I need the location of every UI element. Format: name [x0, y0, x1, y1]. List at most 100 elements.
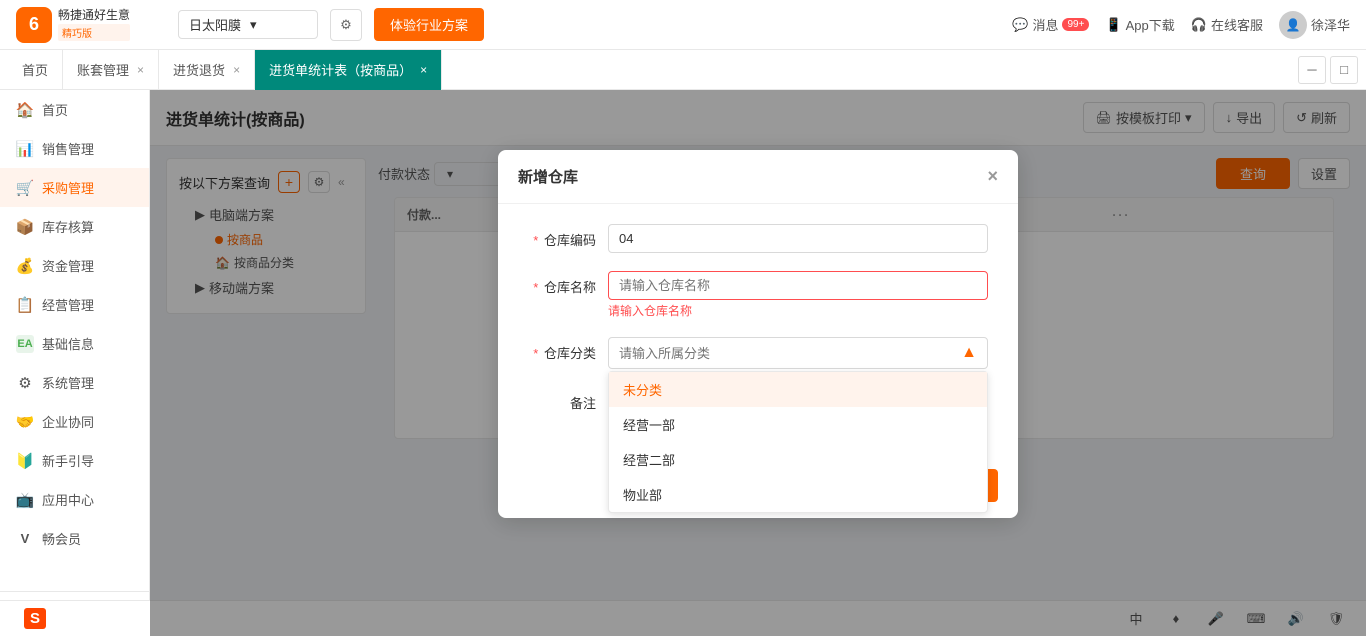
sidebar-item-finance[interactable]: 💰 资金管理 [0, 246, 149, 285]
sidebar-item-basic-info[interactable]: EA 基础信息 [0, 324, 149, 363]
headset-icon: 🎧 [1191, 17, 1207, 33]
tab-account[interactable]: 账套管理 × [63, 50, 159, 90]
sidebar-apps-label: 应用中心 [42, 490, 94, 509]
tab-purchase-stats-label: 进货单统计表（按商品） [269, 60, 412, 79]
messages-label: 消息 [1032, 15, 1058, 34]
avatar-icon: 👤 [1286, 18, 1301, 32]
message-icon: 💬 [1012, 17, 1028, 33]
tab-minimize-button[interactable]: ─ [1298, 56, 1326, 84]
purchase-icon: 🛒 [16, 179, 34, 197]
user-profile-button[interactable]: 👤 徐泽华 [1279, 11, 1350, 39]
footer-logo: S [16, 608, 46, 629]
tab-purchase-stats-close[interactable]: × [420, 63, 427, 77]
apps-icon: 📺 [16, 491, 34, 509]
tab-home-label: 首页 [22, 60, 48, 79]
form-row-category: * 仓库分类 ▲ 未分类 经营一部 经营二部 [528, 337, 988, 369]
category-toggle-icon[interactable]: ▲ [961, 344, 977, 362]
trial-button[interactable]: 体验行业方案 [374, 8, 484, 41]
sidebar-item-home[interactable]: 🏠 首页 [0, 90, 149, 129]
sidebar-item-enterprise[interactable]: 🤝 企业协同 [0, 402, 149, 441]
dialog-header: 新增仓库 × [498, 150, 1018, 204]
sidebar-guide-label: 新手引导 [42, 451, 94, 470]
messages-button[interactable]: 💬 消息 99+ [1012, 15, 1089, 34]
sidebar-item-guide[interactable]: 🔰 新手引导 [0, 441, 149, 480]
tab-purchase-return[interactable]: 进货退货 × [159, 50, 255, 90]
dialog-body: * 仓库编码 * 仓库名称 请输入仓库名称 [498, 204, 1018, 459]
app-download-label: App下载 [1126, 15, 1175, 34]
system-icon: ⚙ [16, 374, 34, 392]
logo-sub1: 畅捷通好生意 [58, 8, 130, 24]
sidebar-item-sales[interactable]: 📊 销售管理 [0, 129, 149, 168]
enterprise-icon: 🤝 [16, 413, 34, 431]
sidebar-sales-label: 销售管理 [42, 139, 94, 158]
form-label-code: * 仓库编码 [528, 224, 608, 249]
logo-area: 6 畅捷通好生意 精巧版 [16, 7, 166, 43]
sidebar: 🏠 首页 📊 销售管理 🛒 采购管理 📦 库存核算 💰 资金管理 📋 经营管理 … [0, 90, 150, 636]
form-label-notes: 备注 [528, 387, 608, 412]
top-right-area: 💬 消息 99+ 📱 App下载 🎧 在线客服 👤 徐泽华 [1012, 11, 1350, 39]
form-field-name: 请输入仓库名称 [608, 271, 988, 319]
logo-icon: 6 [16, 7, 52, 43]
tab-bar: 首页 账套管理 × 进货退货 × 进货单统计表（按商品） × ─ □ [0, 50, 1366, 90]
sidebar-home-label: 首页 [42, 100, 68, 119]
store-selector[interactable]: 日太阳膜 ▾ [178, 10, 318, 39]
phone-icon: 📱 [1105, 17, 1121, 33]
category-wrapper: ▲ 未分类 经营一部 经营二部 物业部 [608, 337, 988, 369]
sidebar-item-member[interactable]: V 畅会员 [0, 519, 149, 558]
tab-account-close[interactable]: × [137, 63, 144, 77]
online-service-button[interactable]: 🎧 在线客服 [1191, 15, 1263, 34]
category-input-row[interactable]: ▲ [608, 337, 988, 369]
top-bar: 6 畅捷通好生意 精巧版 日太阳膜 ▾ ⚙ 体验行业方案 💬 消息 99+ 📱 … [0, 0, 1366, 50]
category-option-1[interactable]: 经营一部 [609, 407, 987, 442]
warehouse-name-error: 请输入仓库名称 [608, 302, 988, 319]
dialog-close-button[interactable]: × [987, 166, 998, 187]
form-row-name: * 仓库名称 请输入仓库名称 [528, 271, 988, 319]
sidebar-purchase-label: 采购管理 [42, 178, 94, 197]
sidebar-item-system[interactable]: ⚙ 系统管理 [0, 363, 149, 402]
messages-badge: 99+ [1062, 18, 1089, 31]
sidebar-item-apps[interactable]: 📺 应用中心 [0, 480, 149, 519]
sidebar-item-purchase[interactable]: 🛒 采购管理 [0, 168, 149, 207]
main-layout: 🏠 首页 📊 销售管理 🛒 采购管理 📦 库存核算 💰 资金管理 📋 经营管理 … [0, 90, 1366, 636]
form-label-name: * 仓库名称 [528, 271, 608, 296]
app-download-button[interactable]: 📱 App下载 [1105, 15, 1174, 34]
chevron-down-icon: ▾ [250, 17, 307, 33]
warehouse-code-input[interactable] [608, 224, 988, 253]
category-option-0[interactable]: 未分类 [609, 372, 987, 407]
online-service-label: 在线客服 [1211, 15, 1263, 34]
sales-icon: 📊 [16, 140, 34, 158]
category-input[interactable] [619, 346, 961, 361]
user-name: 徐泽华 [1311, 15, 1350, 34]
sidebar-item-inventory[interactable]: 📦 库存核算 [0, 207, 149, 246]
avatar: 👤 [1279, 11, 1307, 39]
content-area: 进货单统计(按商品) 🖨 按模板打印 ▾ ↓ 导出 ↺ 刷新 [150, 90, 1366, 636]
tab-purchase-stats[interactable]: 进货单统计表（按商品） × [255, 50, 442, 90]
sidebar-inventory-label: 库存核算 [42, 217, 94, 236]
logo-sub2: 精巧版 [58, 24, 130, 41]
tab-home[interactable]: 首页 [8, 50, 63, 90]
tab-purchase-return-label: 进货退货 [173, 60, 225, 79]
sidebar-system-label: 系统管理 [42, 373, 94, 392]
gear-button[interactable]: ⚙ [330, 9, 362, 41]
tab-purchase-return-close[interactable]: × [233, 63, 240, 77]
gear-icon: ⚙ [340, 17, 352, 33]
form-label-category: * 仓库分类 [528, 337, 608, 362]
guide-icon: 🔰 [16, 452, 34, 470]
tab-actions: ─ □ [1298, 56, 1358, 84]
form-row-code: * 仓库编码 [528, 224, 988, 253]
sidebar-item-operations[interactable]: 📋 经营管理 [0, 285, 149, 324]
tab-maximize-button[interactable]: □ [1330, 56, 1358, 84]
inventory-icon: 📦 [16, 218, 34, 236]
category-option-3[interactable]: 物业部 [609, 477, 987, 512]
sidebar-operations-label: 经营管理 [42, 295, 94, 314]
sidebar-member-label: 畅会员 [42, 529, 81, 548]
category-option-2[interactable]: 经营二部 [609, 442, 987, 477]
home-icon: 🏠 [16, 101, 34, 119]
sidebar-finance-label: 资金管理 [42, 256, 94, 275]
dialog-title: 新增仓库 [518, 166, 578, 187]
warehouse-name-input[interactable] [608, 271, 988, 300]
category-dropdown: 未分类 经营一部 经营二部 物业部 [608, 371, 988, 513]
footer-s-icon: S [24, 608, 46, 629]
modal-overlay: 新增仓库 × * 仓库编码 * [150, 90, 1366, 636]
dialog-new-warehouse: 新增仓库 × * 仓库编码 * [498, 150, 1018, 518]
